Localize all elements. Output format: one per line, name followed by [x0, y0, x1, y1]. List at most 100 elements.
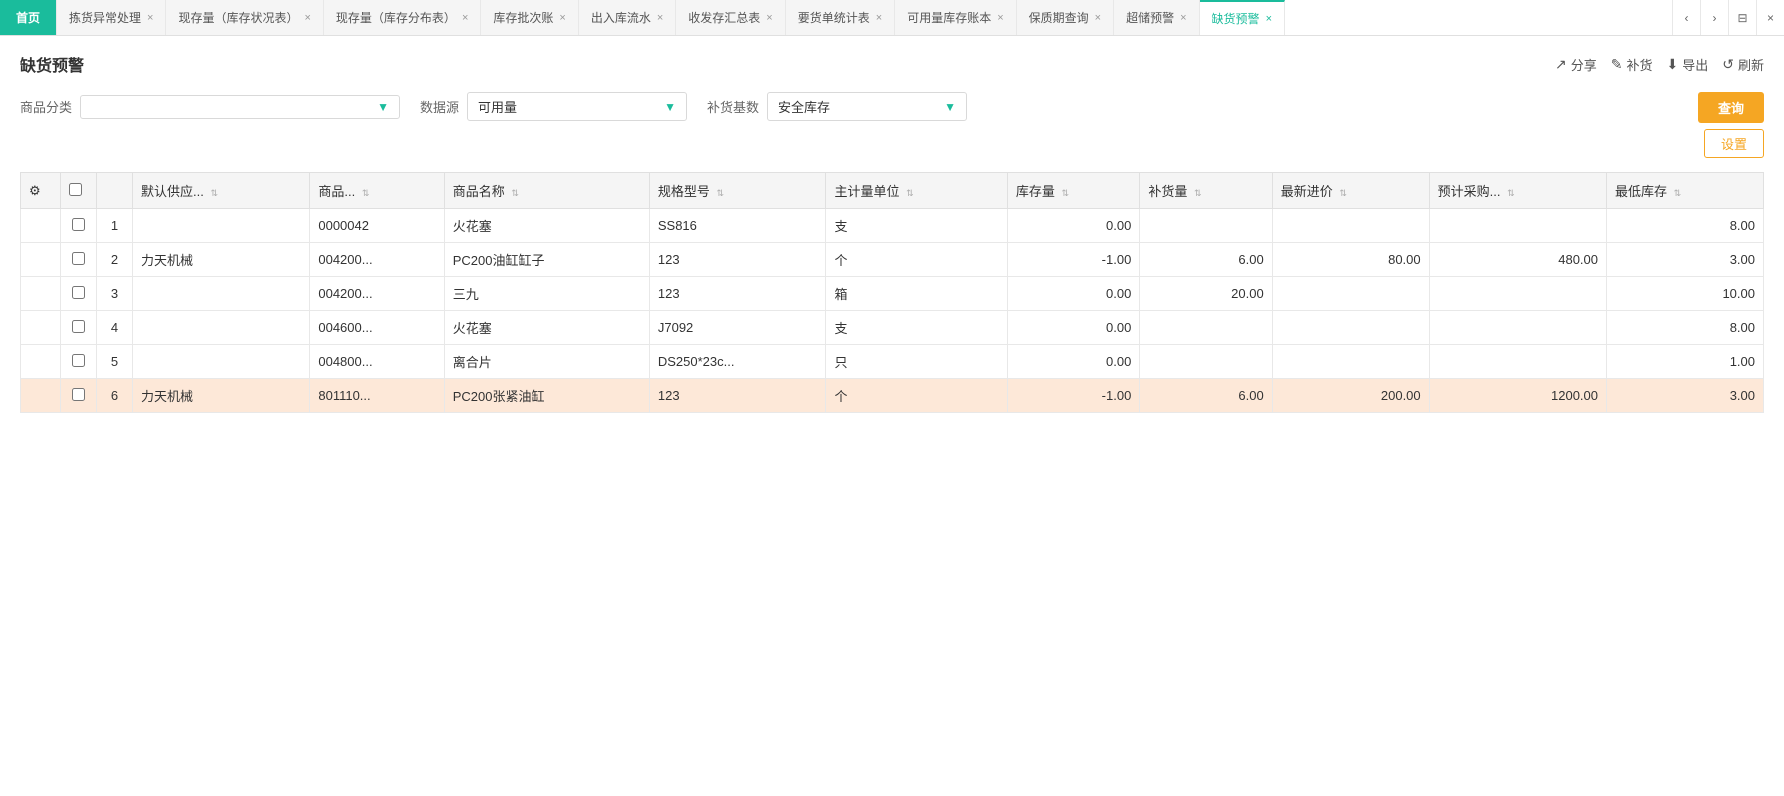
row-code: 004600...	[310, 311, 444, 345]
row-stock: -1.00	[1007, 243, 1139, 277]
col-minstock[interactable]: 最低库存 ⇅	[1607, 173, 1764, 209]
stock-sort-icon: ⇅	[1062, 188, 1070, 199]
row-estpurchase	[1429, 311, 1606, 345]
col-replenish[interactable]: 补货量 ⇅	[1140, 173, 1272, 209]
table-row: 4 004600... 火花塞 J7092 支 0.00 8.00	[21, 311, 1764, 345]
row-checkbox[interactable]	[72, 388, 85, 401]
tab-close-5[interactable]: ×	[657, 12, 663, 24]
col-name[interactable]: 商品名称 ⇅	[444, 173, 649, 209]
tab-close-2[interactable]: ×	[304, 12, 310, 24]
refresh-button[interactable]: ↺ 刷新	[1722, 55, 1764, 74]
replenish-base-value: 安全库存	[778, 97, 830, 116]
row-index: 2	[97, 243, 133, 277]
col-supplier[interactable]: 默认供应... ⇅	[133, 173, 310, 209]
estpurchase-sort-icon: ⇅	[1507, 188, 1515, 199]
col-checkbox	[61, 173, 97, 209]
row-checkbox[interactable]	[72, 218, 85, 231]
replenish-button[interactable]: ✎ 补货	[1611, 55, 1653, 74]
row-minstock: 3.00	[1607, 243, 1764, 277]
share-button[interactable]: ↗ 分享	[1555, 55, 1597, 74]
replenish-base-label: 补货基数	[707, 97, 759, 116]
row-name: 三九	[444, 277, 649, 311]
col-index	[97, 173, 133, 209]
tab-3[interactable]: 现存量（库存分布表） ×	[324, 0, 481, 35]
table-row: 6 力天机械 801110... PC200张紧油缸 123 个 -1.00 6…	[21, 379, 1764, 413]
row-checkbox-cell[interactable]	[61, 379, 97, 413]
row-unit: 支	[826, 209, 1007, 243]
replenish-sort-icon: ⇅	[1194, 188, 1202, 199]
col-unit[interactable]: 主计量单位 ⇅	[826, 173, 1007, 209]
select-all-checkbox[interactable]	[69, 183, 82, 196]
query-button[interactable]: 查询	[1698, 92, 1764, 123]
tab-8[interactable]: 可用量库存账本 ×	[895, 0, 1016, 35]
tab-1[interactable]: 拣货异常处理 ×	[57, 0, 166, 35]
page-header: 缺货预警 ↗ 分享 ✎ 补货 ⬇ 导出 ↺ 刷新	[20, 52, 1764, 76]
tab-close-3[interactable]: ×	[462, 12, 468, 24]
row-checkbox[interactable]	[72, 252, 85, 265]
row-gear-cell	[21, 243, 61, 277]
tab-next-btn[interactable]: ›	[1700, 0, 1728, 35]
row-checkbox-cell[interactable]	[61, 277, 97, 311]
datasource-label: 数据源	[420, 97, 459, 116]
tab-5[interactable]: 出入库流水 ×	[579, 0, 676, 35]
tab-menu-btn[interactable]: ⊟	[1728, 0, 1756, 35]
row-checkbox-cell[interactable]	[61, 209, 97, 243]
tab-2[interactable]: 现存量（库存状况表） ×	[166, 0, 323, 35]
row-checkbox[interactable]	[72, 354, 85, 367]
tab-close-7[interactable]: ×	[876, 12, 882, 24]
minstock-sort-icon: ⇅	[1674, 188, 1682, 199]
category-select[interactable]: ▼	[80, 95, 400, 119]
row-name: 火花塞	[444, 311, 649, 345]
settings-button[interactable]: 设置	[1704, 129, 1764, 158]
row-gear-cell	[21, 379, 61, 413]
row-lastprice: 200.00	[1272, 379, 1429, 413]
category-label: 商品分类	[20, 97, 72, 116]
row-unit: 箱	[826, 277, 1007, 311]
col-code[interactable]: 商品... ⇅	[310, 173, 444, 209]
export-button[interactable]: ⬇ 导出	[1667, 55, 1709, 74]
row-checkbox-cell[interactable]	[61, 243, 97, 277]
action-buttons: 查询 设置	[1698, 92, 1764, 158]
tab-prev-btn[interactable]: ‹	[1672, 0, 1700, 35]
tab-close-all-btn[interactable]: ×	[1756, 0, 1784, 35]
tab-close-4[interactable]: ×	[559, 12, 565, 24]
col-lastprice[interactable]: 最新进价 ⇅	[1272, 173, 1429, 209]
tab-home[interactable]: 首页	[0, 0, 57, 35]
tab-9[interactable]: 保质期查询 ×	[1017, 0, 1114, 35]
row-replenish	[1140, 209, 1272, 243]
row-replenish: 6.00	[1140, 379, 1272, 413]
supplier-sort-icon: ⇅	[210, 188, 218, 199]
tab-4[interactable]: 库存批次账 ×	[481, 0, 578, 35]
col-stock[interactable]: 库存量 ⇅	[1007, 173, 1139, 209]
tab-10[interactable]: 超储预警 ×	[1114, 0, 1199, 35]
col-gear[interactable]: ⚙	[21, 173, 61, 209]
tab-close-8[interactable]: ×	[997, 12, 1003, 24]
row-checkbox-cell[interactable]	[61, 311, 97, 345]
row-checkbox[interactable]	[72, 320, 85, 333]
tab-close-9[interactable]: ×	[1095, 12, 1101, 24]
code-sort-icon: ⇅	[362, 188, 370, 199]
row-estpurchase	[1429, 209, 1606, 243]
row-checkbox[interactable]	[72, 286, 85, 299]
tab-7[interactable]: 要货单统计表 ×	[786, 0, 895, 35]
tab-close-11[interactable]: ×	[1266, 13, 1272, 25]
datasource-arrow-icon: ▼	[664, 100, 676, 114]
tab-11[interactable]: 缺货预警 ×	[1200, 0, 1285, 35]
col-spec[interactable]: 规格型号 ⇅	[649, 173, 826, 209]
tab-close-6[interactable]: ×	[766, 12, 772, 24]
tab-close-1[interactable]: ×	[147, 12, 153, 24]
replenish-base-select[interactable]: 安全库存 ▼	[767, 92, 967, 121]
row-lastprice	[1272, 311, 1429, 345]
tab-6[interactable]: 收发存汇总表 ×	[676, 0, 785, 35]
row-replenish: 20.00	[1140, 277, 1272, 311]
col-estpurchase[interactable]: 预计采购... ⇅	[1429, 173, 1606, 209]
row-code: 0000042	[310, 209, 444, 243]
share-icon: ↗	[1555, 56, 1567, 73]
datasource-select[interactable]: 可用量 ▼	[467, 92, 687, 121]
replenish-base-arrow-icon: ▼	[944, 100, 956, 114]
row-code: 004200...	[310, 243, 444, 277]
row-spec: 123	[649, 379, 826, 413]
row-checkbox-cell[interactable]	[61, 345, 97, 379]
tab-close-10[interactable]: ×	[1180, 12, 1186, 24]
row-name: 火花塞	[444, 209, 649, 243]
